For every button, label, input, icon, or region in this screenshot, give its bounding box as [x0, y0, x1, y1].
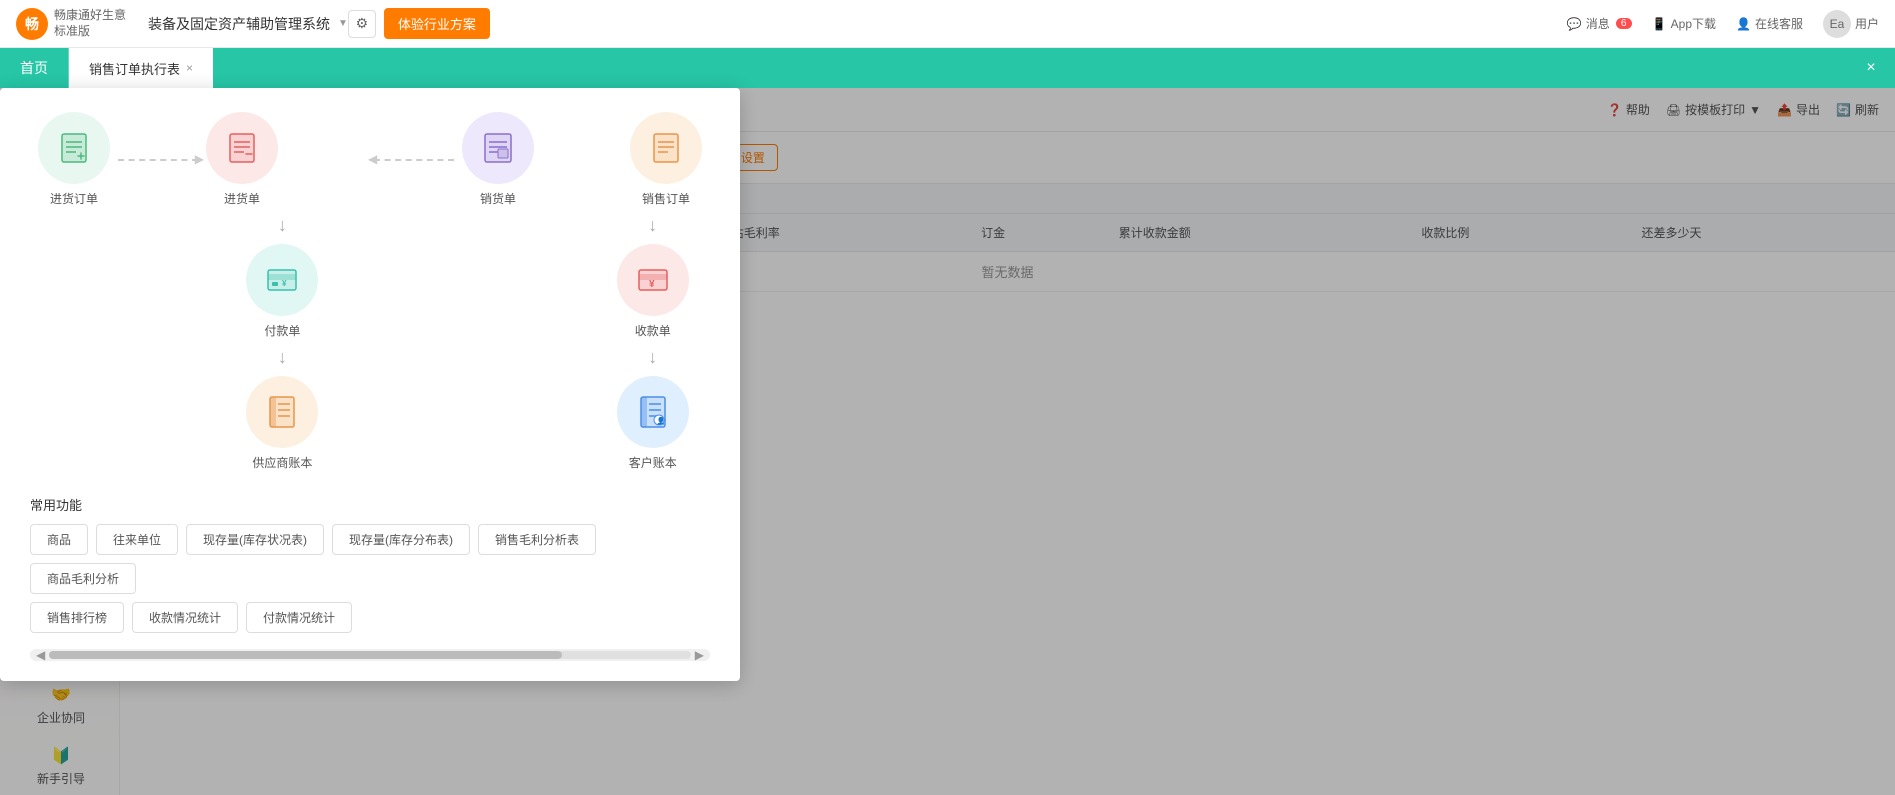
- tab-bar: 首页 销售订单执行表 × ×: [0, 48, 1895, 88]
- scrollbar-thumb: [49, 651, 562, 659]
- func-btn-product-gross[interactable]: 商品毛利分析: [30, 563, 136, 594]
- logo-area: 畅 畅康通好生意 标准版: [16, 8, 136, 40]
- flow-row-2: ¥ 付款单 ¥: [30, 244, 710, 339]
- avatar: Ea: [1823, 10, 1851, 38]
- flow-node-sales-order: 销售订单: [622, 112, 710, 207]
- purchase-order-circle[interactable]: [38, 112, 110, 184]
- tab-home[interactable]: 首页: [0, 48, 69, 88]
- flow-node-purchase-order: 进货订单: [30, 112, 118, 207]
- scrollbar-track: [49, 651, 691, 659]
- experience-button[interactable]: 体验行业方案: [384, 8, 490, 39]
- tab-sales-order[interactable]: 销售订单执行表 ×: [69, 48, 213, 88]
- arrow-down-payment: ↓: [278, 347, 287, 368]
- scroll-left-arrow[interactable]: ◀: [32, 648, 49, 662]
- sales-bill-circle[interactable]: [462, 112, 534, 184]
- tab-close-icon[interactable]: ×: [186, 61, 193, 75]
- flow-node-purchase-bill: 进货单: [198, 112, 286, 207]
- func-buttons-container: 商品 往来单位 现存量(库存状况表) 现存量(库存分布表) 销售毛利分析表 商品…: [30, 524, 710, 594]
- message-icon: 💬: [1567, 17, 1582, 31]
- arrow-down-sales: ↓: [648, 215, 657, 236]
- logo-icon: 畅: [16, 8, 48, 40]
- func-btn-contacts[interactable]: 往来单位: [96, 524, 178, 555]
- func-btn-stock-dist[interactable]: 现存量(库存分布表): [332, 524, 470, 555]
- func-btn-product[interactable]: 商品: [30, 524, 88, 555]
- system-title: 装备及固定资产辅助管理系统 ▼: [148, 14, 348, 34]
- common-funcs-title: 常用功能: [30, 495, 710, 514]
- flow-node-receipt: ¥ 收款单: [595, 244, 710, 339]
- common-functions: 常用功能 商品 往来单位 现存量(库存状况表) 现存量(库存分布表) 销售毛利分…: [30, 495, 710, 633]
- arrow-down-receipt: ↓: [648, 347, 657, 368]
- popup-overlay[interactable]: 进货订单: [0, 88, 1895, 795]
- gear-button[interactable]: ⚙: [348, 10, 376, 38]
- system-dropdown-arrow[interactable]: ▼: [338, 18, 348, 29]
- arrow-purchase-to-bill: [118, 159, 198, 161]
- flow-node-supplier-account: 供应商账本: [225, 376, 340, 471]
- flow-row-3: 供应商账本: [30, 376, 710, 471]
- service-icon: 👤: [1736, 17, 1751, 31]
- func-btn-receipt-stats[interactable]: 收款情况统计: [132, 602, 238, 633]
- phone-icon: 📱: [1652, 17, 1667, 31]
- payment-circle[interactable]: ¥: [246, 244, 318, 316]
- purchase-bill-circle[interactable]: [206, 112, 278, 184]
- user-button[interactable]: Ea 用户: [1823, 10, 1879, 38]
- receipt-circle[interactable]: ¥: [617, 244, 689, 316]
- flow-row-arrows: ↓ ↓: [30, 215, 710, 236]
- svg-text:¥: ¥: [282, 279, 287, 288]
- arrow-sales-order-to-bill: [374, 159, 454, 161]
- logo-text: 畅康通好生意 标准版: [54, 8, 126, 39]
- popup-panel: 进货订单: [0, 88, 740, 681]
- flow-row-1: 进货订单: [30, 112, 710, 207]
- flow-node-payment: ¥ 付款单: [225, 244, 340, 339]
- message-badge: 6: [1616, 18, 1632, 29]
- func-btn-stock-status[interactable]: 现存量(库存状况表): [186, 524, 324, 555]
- flow-diagram: 进货订单: [30, 112, 710, 471]
- top-header: 畅 畅康通好生意 标准版 装备及固定资产辅助管理系统 ▼ ⚙ 体验行业方案 💬 …: [0, 0, 1895, 48]
- supplier-account-circle[interactable]: [246, 376, 318, 448]
- svg-text:¥: ¥: [649, 279, 655, 290]
- func-btn-sales-gross[interactable]: 销售毛利分析表: [478, 524, 596, 555]
- message-button[interactable]: 💬 消息 6: [1567, 15, 1632, 32]
- flow-row-arrows-2: ↓ ↓: [30, 347, 710, 368]
- flow-node-sales-bill: 销货单: [454, 112, 542, 207]
- online-service-button[interactable]: 👤 在线客服: [1736, 15, 1803, 32]
- func-btn-payment-stats[interactable]: 付款情况统计: [246, 602, 352, 633]
- customer-account-circle[interactable]: 👤: [617, 376, 689, 448]
- func-buttons-row2: 销售排行榜 收款情况统计 付款情况统计: [30, 602, 710, 633]
- header-right: 💬 消息 6 📱 App下载 👤 在线客服 Ea 用户: [1567, 10, 1879, 38]
- arrow-down-purchase: ↓: [278, 215, 287, 236]
- scroll-right-arrow[interactable]: ▶: [691, 648, 708, 662]
- popup-scrollbar[interactable]: ◀ ▶: [30, 649, 710, 661]
- func-btn-sales-rank[interactable]: 销售排行榜: [30, 602, 124, 633]
- sales-order-circle[interactable]: [630, 112, 702, 184]
- flow-node-customer-account: 👤 客户账本: [595, 376, 710, 471]
- main-content: 🔍 搜索菜单 🏠 快捷导航 📣 营销推广 🛒 销售管理 🛍 采购管理 📦 库存核…: [0, 88, 1895, 795]
- close-window-button[interactable]: ×: [1859, 56, 1883, 80]
- app-download-button[interactable]: 📱 App下载: [1652, 15, 1716, 32]
- svg-text:👤: 👤: [656, 416, 665, 425]
